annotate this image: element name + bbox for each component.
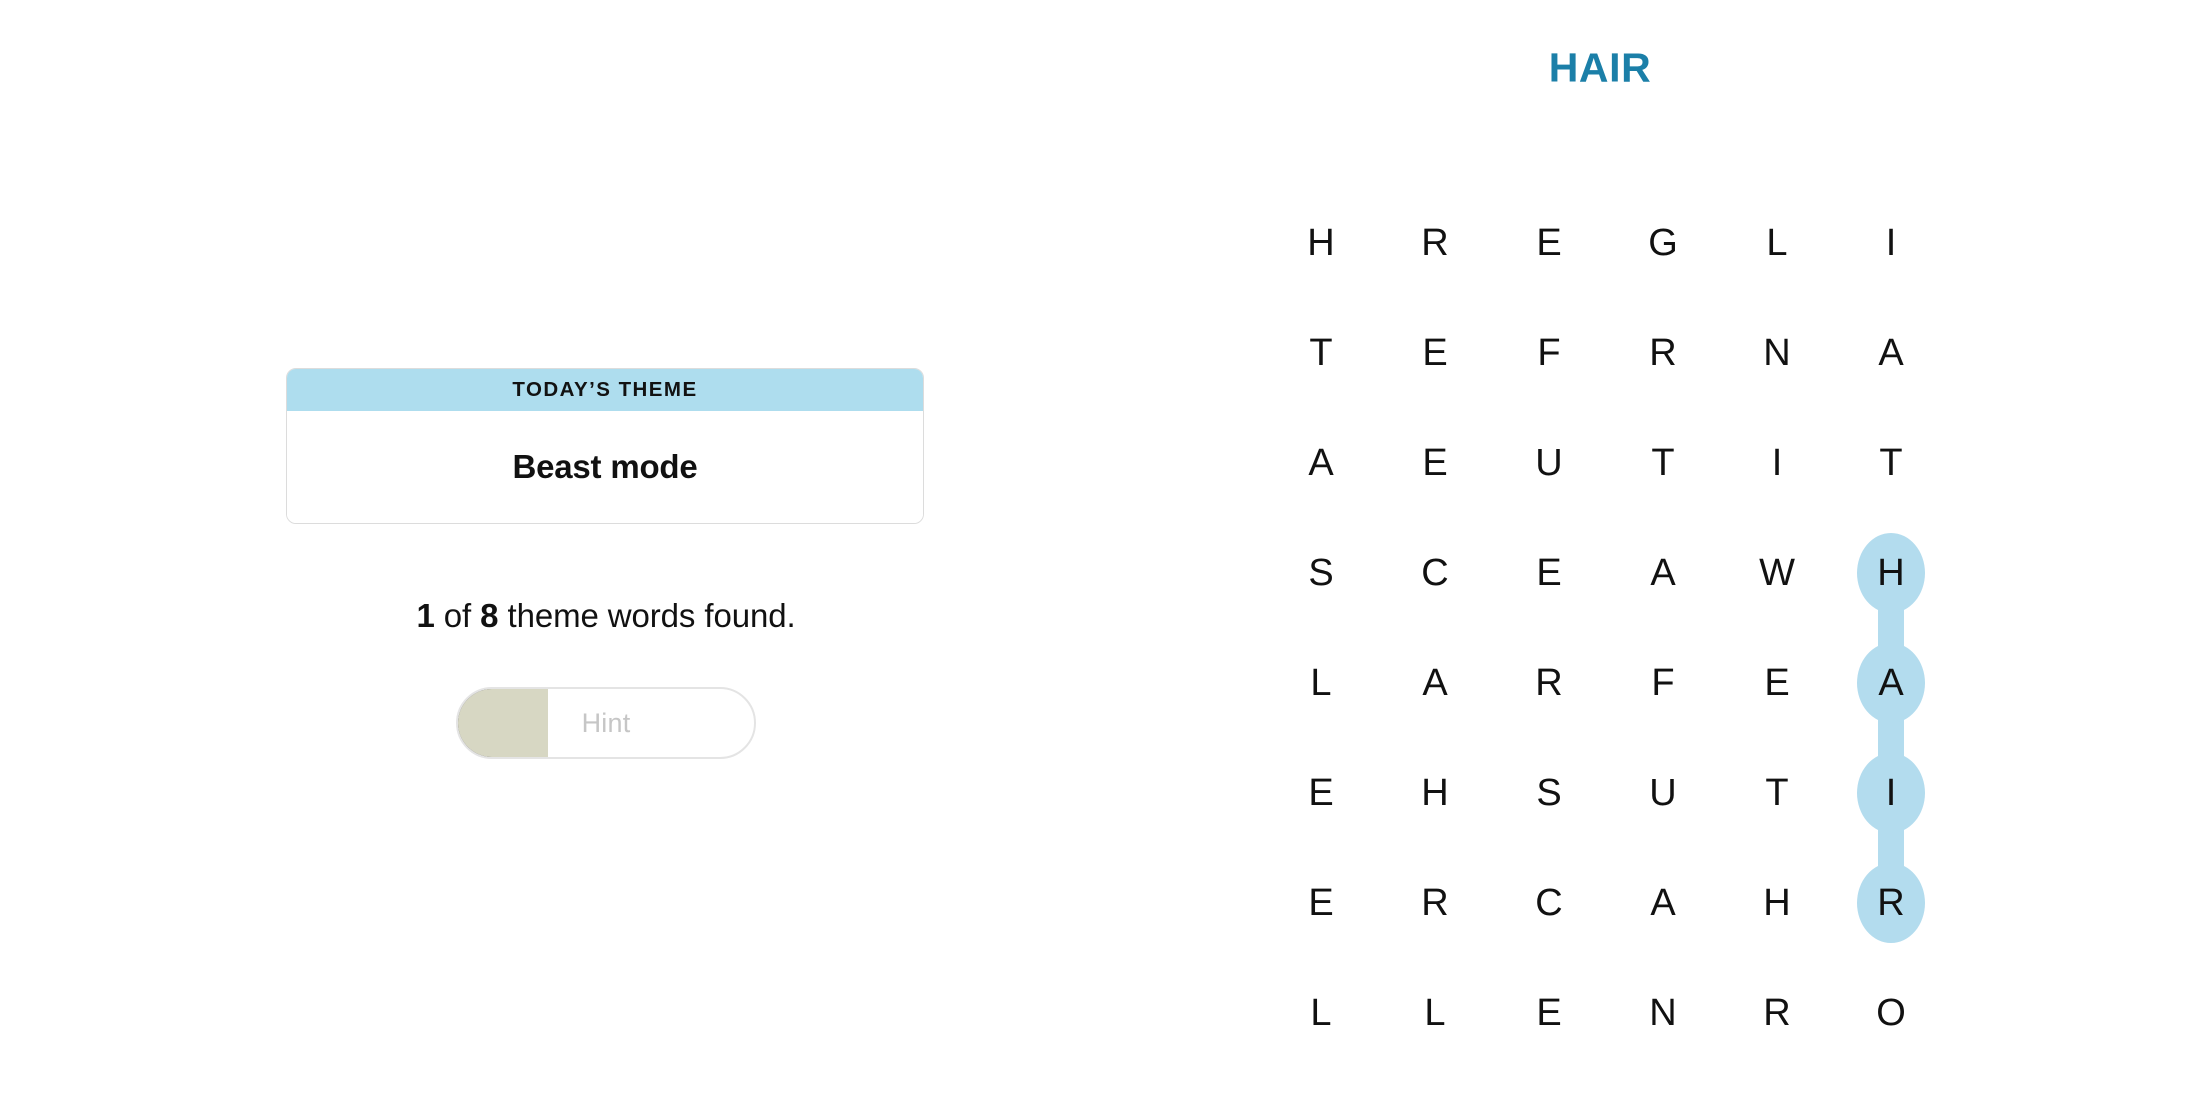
grid-letter-cell[interactable]: A: [1846, 628, 1936, 738]
grid-row: ERCAHR: [1240, 848, 1960, 958]
grid-row: LARFEA: [1240, 628, 1960, 738]
words-total-count: 8: [480, 597, 499, 634]
grid-letter-cell[interactable]: N: [1618, 958, 1708, 1068]
grid-letter-cell[interactable]: R: [1390, 188, 1480, 298]
theme-name: Beast mode: [512, 448, 698, 485]
theme-card-header-label: TODAY’S THEME: [512, 378, 698, 401]
grid-letter-cell[interactable]: L: [1390, 958, 1480, 1068]
grid-letter-cell[interactable]: H: [1846, 518, 1936, 628]
grid-letter-cell[interactable]: E: [1390, 408, 1480, 518]
theme-card-header: TODAY’S THEME: [287, 369, 923, 411]
grid-letter-cell[interactable]: I: [1732, 408, 1822, 518]
words-found-count: 1: [416, 597, 435, 634]
grid-letter-cell[interactable]: A: [1276, 408, 1366, 518]
hint-button-label: Hint: [581, 707, 631, 738]
grid-letter-cell[interactable]: A: [1390, 628, 1480, 738]
grid-letter-cell[interactable]: T: [1618, 408, 1708, 518]
grid-letter-cell[interactable]: N: [1732, 298, 1822, 408]
grid-letter-cell[interactable]: L: [1732, 188, 1822, 298]
grid-row: AEUTIT: [1240, 408, 1960, 518]
word-search-app: TODAY’S THEME Beast mode 1 of 8 theme wo…: [0, 0, 2200, 1100]
grid-letter-cell[interactable]: S: [1276, 518, 1366, 628]
info-panel: TODAY’S THEME Beast mode 1 of 8 theme wo…: [286, 368, 926, 759]
grid-letter-cell[interactable]: U: [1504, 408, 1594, 518]
grid-letter-cell[interactable]: O: [1846, 958, 1936, 1068]
grid-letter-cell[interactable]: A: [1846, 298, 1936, 408]
grid-letter-cell[interactable]: E: [1732, 628, 1822, 738]
puzzle-panel: HAIR HREGLITEFRNAAEUTITSCEAWHLARFEAEHSUT…: [1240, 0, 1960, 1100]
grid-letter-cell[interactable]: T: [1732, 738, 1822, 848]
grid-letter-cell[interactable]: F: [1504, 298, 1594, 408]
grid-letter-cell[interactable]: C: [1504, 848, 1594, 958]
grid-letter-cell[interactable]: T: [1276, 298, 1366, 408]
hint-button[interactable]: Hint: [456, 687, 756, 759]
grid-letter-cell[interactable]: E: [1504, 188, 1594, 298]
grid-letter-cell[interactable]: F: [1618, 628, 1708, 738]
grid-letter-cell[interactable]: H: [1390, 738, 1480, 848]
grid-letter-cell[interactable]: R: [1504, 628, 1594, 738]
grid-letter-cell[interactable]: A: [1618, 518, 1708, 628]
grid-letter-cell[interactable]: I: [1846, 738, 1936, 848]
grid-letter-cell[interactable]: E: [1504, 518, 1594, 628]
progress-connector: of: [434, 597, 481, 634]
grid-letter-cell[interactable]: H: [1732, 848, 1822, 958]
grid-letter-cell[interactable]: A: [1618, 848, 1708, 958]
grid-letter-cell[interactable]: W: [1732, 518, 1822, 628]
grid-row: SCEAWH: [1240, 518, 1960, 628]
progress-suffix: theme words found.: [498, 597, 796, 634]
grid-letter-cell[interactable]: R: [1846, 848, 1936, 958]
theme-card-body: Beast mode: [287, 411, 923, 523]
grid-letter-cell[interactable]: L: [1276, 958, 1366, 1068]
grid-letter-cell[interactable]: E: [1504, 958, 1594, 1068]
letter-grid[interactable]: HREGLITEFRNAAEUTITSCEAWHLARFEAEHSUTIERCA…: [1240, 180, 1960, 1080]
hint-row: Hint: [286, 687, 926, 759]
grid-letter-cell[interactable]: G: [1618, 188, 1708, 298]
grid-letter-cell[interactable]: E: [1390, 298, 1480, 408]
grid-letter-cell[interactable]: H: [1276, 188, 1366, 298]
puzzle-title: HAIR: [1548, 44, 1652, 91]
grid-row: HREGLI: [1240, 188, 1960, 298]
grid-letter-cell[interactable]: R: [1618, 298, 1708, 408]
grid-letter-cell[interactable]: L: [1276, 628, 1366, 738]
grid-row: TEFRNA: [1240, 298, 1960, 408]
letter-grid-container: HREGLITEFRNAAEUTITSCEAWHLARFEAEHSUTIERCA…: [1240, 180, 1960, 1080]
grid-letter-cell[interactable]: U: [1618, 738, 1708, 848]
grid-row: LLENRO: [1240, 958, 1960, 1068]
grid-letter-cell[interactable]: E: [1276, 738, 1366, 848]
grid-letter-cell[interactable]: E: [1276, 848, 1366, 958]
grid-letter-cell[interactable]: R: [1732, 958, 1822, 1068]
grid-letter-cell[interactable]: T: [1846, 408, 1936, 518]
grid-letter-cell[interactable]: S: [1504, 738, 1594, 848]
grid-letter-cell[interactable]: I: [1846, 188, 1936, 298]
grid-row: EHSUTI: [1240, 738, 1960, 848]
todays-theme-card: TODAY’S THEME Beast mode: [286, 368, 924, 524]
grid-letter-cell[interactable]: C: [1390, 518, 1480, 628]
theme-words-progress: 1 of 8 theme words found.: [286, 597, 926, 635]
grid-letter-cell[interactable]: R: [1390, 848, 1480, 958]
